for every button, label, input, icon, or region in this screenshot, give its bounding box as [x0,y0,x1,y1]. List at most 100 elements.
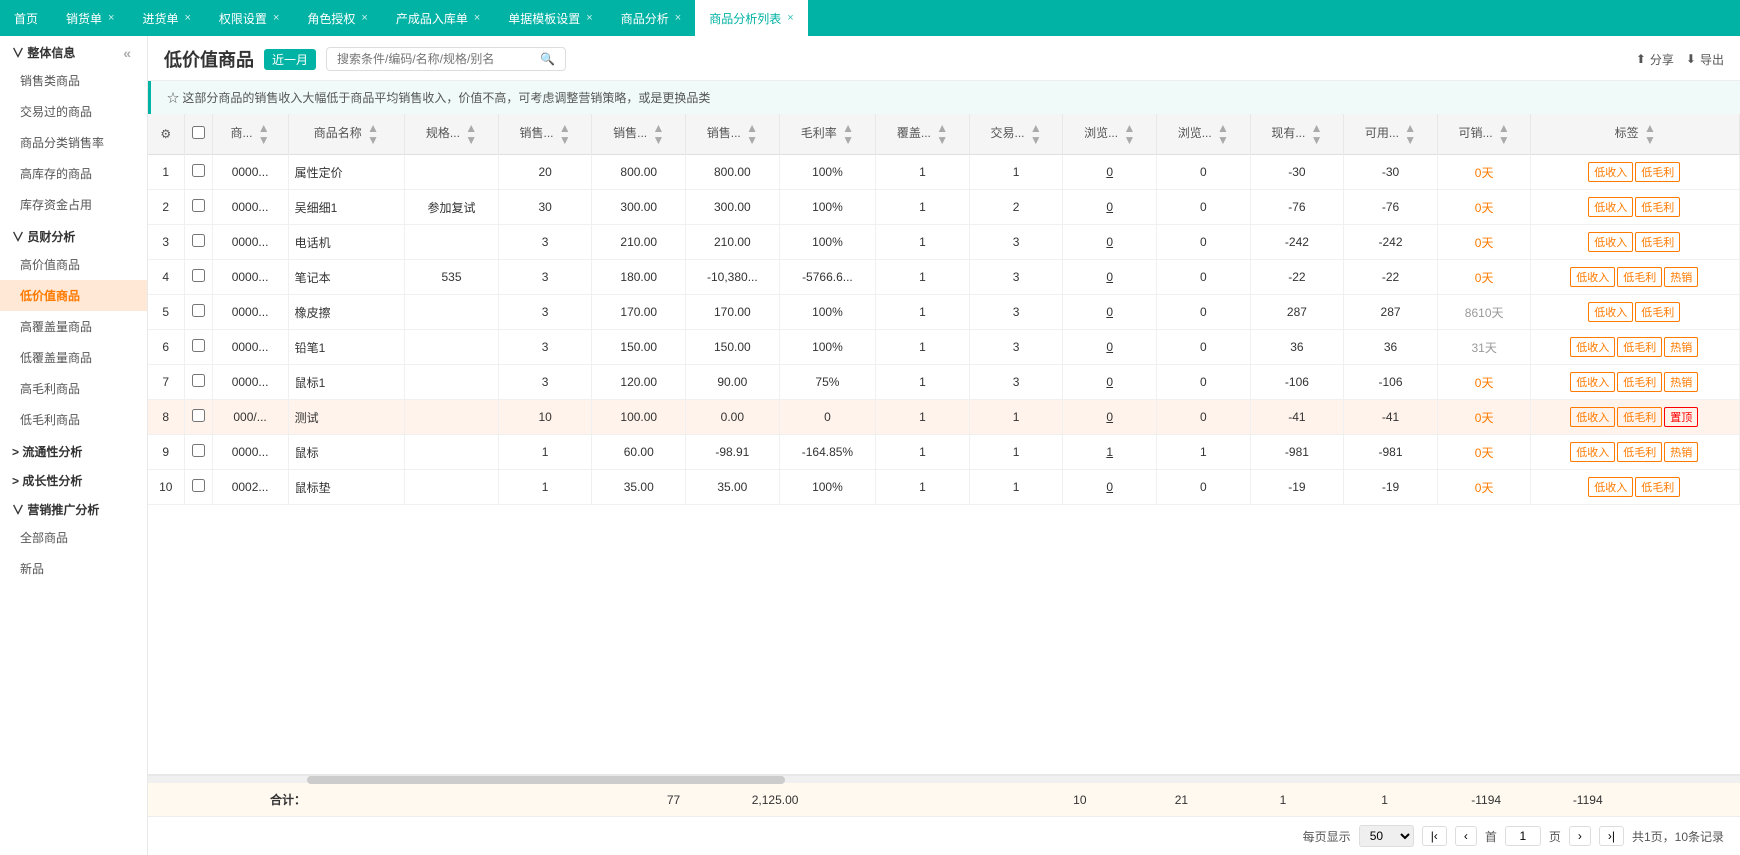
sidebar-item-high-margin[interactable]: 高毛利商品 [0,373,147,404]
sidebar-item-all-products[interactable]: 全部商品 [0,522,147,553]
sidebar-item-high-stock[interactable]: 高库存的商品 [0,158,147,189]
col-cov[interactable]: 覆盖... ▲▼ [876,114,970,155]
nav-tab-product-analysis-list[interactable]: 商品分析列表 × [695,0,807,36]
row-select-checkbox[interactable] [192,409,205,422]
sidebar-item-sales-products[interactable]: 销售类商品 [0,65,147,96]
row-select-checkbox[interactable] [192,234,205,247]
last-page-button[interactable]: ›| [1599,826,1624,846]
browse1-link[interactable]: 0 [1106,375,1113,389]
row-select-checkbox[interactable] [192,269,205,282]
select-all-checkbox[interactable] [192,126,205,139]
row-select-checkbox[interactable] [192,304,205,317]
export-button[interactable]: ⬇ 导出 [1686,51,1724,68]
row-checkbox[interactable] [184,435,212,470]
row-select-checkbox[interactable] [192,444,205,457]
browse1-link[interactable]: 0 [1106,340,1113,354]
col-name[interactable]: 商品名称 ▲▼ [288,114,405,155]
sidebar-group-growth[interactable]: > 成长性分析 [0,464,147,493]
nav-tab-purchase[interactable]: 进货单 × [128,0,204,36]
sidebar-item-high-coverage[interactable]: 高覆盖量商品 [0,311,147,342]
sidebar-item-low-coverage[interactable]: 低覆盖量商品 [0,342,147,373]
row-browse1[interactable]: 0 [1063,155,1157,190]
browse1-link[interactable]: 0 [1106,165,1113,179]
search-input[interactable] [337,52,534,66]
nav-tab-product-analysis[interactable]: 商品分析 × [607,0,695,36]
next-page-button[interactable]: › [1569,826,1591,846]
checkbox-col[interactable] [184,114,212,155]
filter-badge[interactable]: 近一月 [264,49,316,70]
col-sellable[interactable]: 可销... ▲▼ [1437,114,1531,155]
sidebar-item-traded-products[interactable]: 交易过的商品 [0,96,147,127]
sidebar-group-circulation[interactable]: > 流通性分析 [0,435,147,464]
page-number-input[interactable] [1505,826,1541,846]
first-page-button[interactable]: |‹ [1422,826,1447,846]
row-checkbox[interactable] [184,260,212,295]
browse1-link[interactable]: 1 [1106,445,1113,459]
browse1-link[interactable]: 0 [1106,480,1113,494]
sidebar-item-new-products[interactable]: 新品 [0,553,147,584]
row-checkbox[interactable] [184,155,212,190]
nav-tab-sales[interactable]: 销货单 × [52,0,128,36]
row-select-checkbox[interactable] [192,374,205,387]
row-browse1[interactable]: 0 [1063,400,1157,435]
page-size-select[interactable]: 50 100 200 [1359,825,1414,847]
col-s1[interactable]: 销售... ▲▼ [498,114,592,155]
sidebar-group-marketing[interactable]: ∨ 营销推广分析 [0,493,147,522]
col-tags[interactable]: 标签 ▲▼ [1531,114,1740,155]
nav-tab-permission[interactable]: 权限设置 × [205,0,293,36]
col-s3[interactable]: 销售... ▲▼ [686,114,780,155]
row-browse1[interactable]: 0 [1063,225,1157,260]
settings-col[interactable]: ⚙ [148,114,184,155]
col-browse2[interactable]: 浏览... ▲▼ [1157,114,1251,155]
browse1-link[interactable]: 0 [1106,200,1113,214]
sidebar-item-low-margin[interactable]: 低毛利商品 [0,404,147,435]
prev-page-button[interactable]: ‹ [1455,826,1477,846]
row-select-checkbox[interactable] [192,164,205,177]
row-select-checkbox[interactable] [192,339,205,352]
row-browse1[interactable]: 0 [1063,470,1157,505]
share-button[interactable]: ⬆ 分享 [1636,51,1674,68]
nav-tab-finished-goods[interactable]: 产成品入库单 × [382,0,494,36]
col-gross[interactable]: 毛利率 ▲▼ [779,114,876,155]
sidebar-item-high-value[interactable]: 高价值商品 [0,249,147,280]
nav-tab-home[interactable]: 首页 [0,0,52,36]
browse1-link[interactable]: 0 [1106,410,1113,424]
close-icon[interactable]: × [586,12,592,24]
row-browse1[interactable]: 0 [1063,295,1157,330]
sidebar-group-financial[interactable]: ∨ 员财分析 [0,220,147,249]
col-stock2[interactable]: 可用... ▲▼ [1344,114,1438,155]
close-icon[interactable]: × [108,12,114,24]
row-checkbox[interactable] [184,190,212,225]
row-browse1[interactable]: 0 [1063,365,1157,400]
row-checkbox[interactable] [184,295,212,330]
collapse-icon[interactable]: « [119,45,135,61]
browse1-link[interactable]: 0 [1106,305,1113,319]
row-checkbox[interactable] [184,225,212,260]
row-select-checkbox[interactable] [192,479,205,492]
row-checkbox[interactable] [184,400,212,435]
col-trade[interactable]: 交易... ▲▼ [969,114,1063,155]
row-checkbox[interactable] [184,365,212,400]
row-browse1[interactable]: 1 [1063,435,1157,470]
sidebar-item-low-value[interactable]: 低价值商品 [0,280,147,311]
sidebar-item-stock-capital[interactable]: 库存资金占用 [0,189,147,220]
close-icon[interactable]: × [787,12,793,24]
nav-tab-role[interactable]: 角色授权 × [293,0,381,36]
row-browse1[interactable]: 0 [1063,190,1157,225]
col-stock1[interactable]: 现有... ▲▼ [1250,114,1344,155]
close-icon[interactable]: × [184,12,190,24]
row-browse1[interactable]: 0 [1063,260,1157,295]
close-icon[interactable]: × [361,12,367,24]
sidebar-item-category-sales-rate[interactable]: 商品分类销售率 [0,127,147,158]
row-browse1[interactable]: 0 [1063,330,1157,365]
close-icon[interactable]: × [474,12,480,24]
col-s2[interactable]: 销售... ▲▼ [592,114,686,155]
sidebar-group-overall[interactable]: ∨ 整体信息 « [0,36,147,65]
nav-tab-template[interactable]: 单据模板设置 × [494,0,606,36]
close-icon[interactable]: × [273,12,279,24]
row-checkbox[interactable] [184,330,212,365]
close-icon[interactable]: × [675,12,681,24]
col-browse1[interactable]: 浏览... ▲▼ [1063,114,1157,155]
col-code[interactable]: 商... ▲▼ [212,114,288,155]
col-spec[interactable]: 规格... ▲▼ [405,114,499,155]
